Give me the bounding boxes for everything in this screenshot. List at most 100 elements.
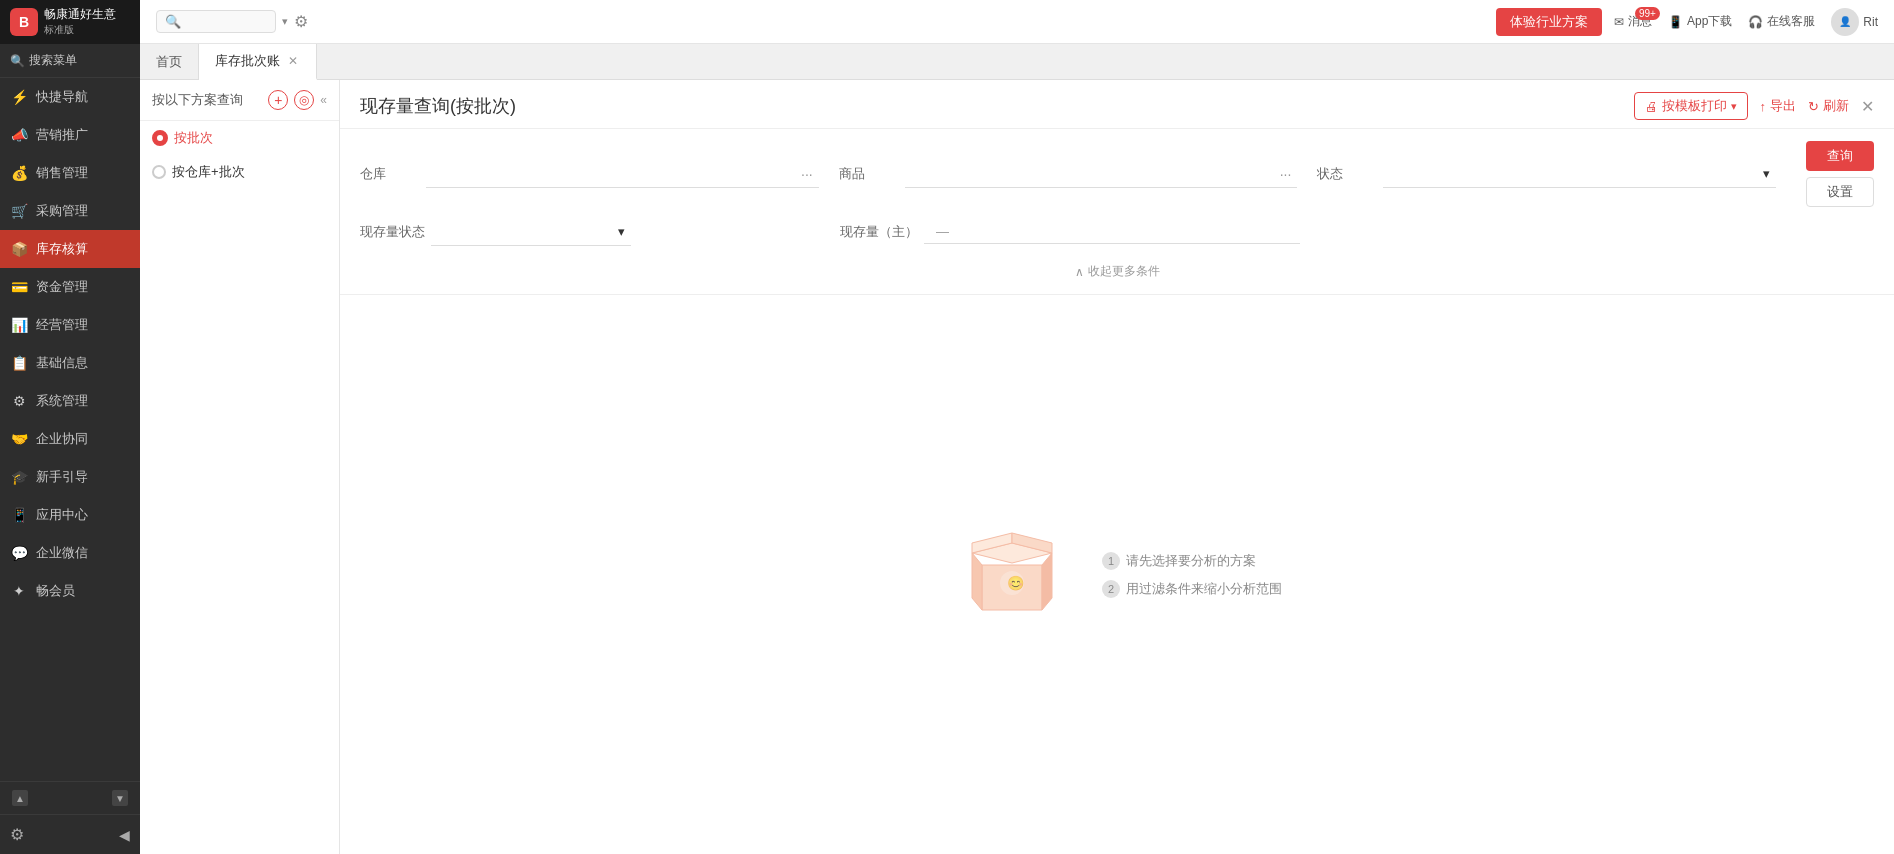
message-icon: ✉ bbox=[1614, 15, 1624, 29]
scroll-up-btn[interactable]: ▲ bbox=[12, 790, 28, 806]
sidebar-item-purchase[interactable]: 🛒 采购管理 bbox=[0, 192, 140, 230]
tab-inventory-batch[interactable]: 库存批次账 ✕ bbox=[199, 44, 317, 80]
search-icon: 🔍 bbox=[10, 54, 25, 68]
export-icon: ↑ bbox=[1760, 99, 1767, 114]
marketing-icon: 📣 bbox=[10, 126, 28, 144]
quick-nav-icon: ⚡ bbox=[10, 88, 28, 106]
sidebar-settings-icon[interactable]: ⚙ bbox=[10, 825, 24, 844]
left-panel-title: 按以下方案查询 bbox=[152, 91, 243, 109]
goods-input[interactable]: ··· bbox=[905, 160, 1298, 188]
sidebar-item-inventory[interactable]: 📦 库存核算 bbox=[0, 230, 140, 268]
search-dropdown-icon[interactable]: ▾ bbox=[282, 15, 288, 28]
guide-icon: 🎓 bbox=[10, 468, 28, 486]
collapse-conditions-button[interactable]: ∧ 收起更多条件 bbox=[360, 257, 1874, 282]
chevron-up-icon: ∧ bbox=[1075, 265, 1084, 279]
company-name: 畅康通好生意 bbox=[44, 7, 116, 23]
inv-status-chevron: ▾ bbox=[618, 224, 625, 239]
warehouse-filter: 仓库 ··· bbox=[360, 160, 819, 188]
sidebar-item-quick-nav[interactable]: ⚡ 快捷导航 bbox=[0, 78, 140, 116]
system-icon: ⚙ bbox=[10, 392, 28, 410]
sidebar-item-marketing[interactable]: 📣 营销推广 bbox=[0, 116, 140, 154]
status-label: 状态 bbox=[1317, 165, 1377, 183]
sidebar-search[interactable]: 🔍 搜索菜单 bbox=[0, 44, 140, 78]
print-dropdown-icon[interactable]: ▾ bbox=[1731, 100, 1737, 113]
topbar-right: ✉ 消息 99+ 📱 App下载 🎧 在线客服 👤 Rit bbox=[1614, 8, 1878, 36]
sidebar-item-guide[interactable]: 🎓 新手引导 bbox=[0, 458, 140, 496]
tabs-bar: 首页 库存批次账 ✕ bbox=[140, 44, 1894, 80]
inventory-status-filter: 现存量状态 ▾ bbox=[360, 218, 820, 246]
app-download-label: App下载 bbox=[1687, 13, 1732, 30]
sidebar-collapse-icon[interactable]: ◀ bbox=[119, 827, 130, 843]
goods-dots[interactable]: ··· bbox=[1280, 166, 1292, 182]
empty-hints: 1 请先选择要分析的方案 2 用过滤条件来缩小分析范围 bbox=[1102, 552, 1282, 598]
topbar-search-box[interactable]: 🔍 bbox=[156, 10, 276, 33]
avatar: 👤 bbox=[1831, 8, 1859, 36]
printer-icon: 🖨 bbox=[1645, 99, 1658, 114]
empty-state: 😊 1 请先选择要分析的方案 2 用过滤条件来缩小分析范围 bbox=[340, 295, 1894, 854]
page-header-actions: 🖨 按模板打印 ▾ ↑ 导出 ↻ 刷新 ✕ bbox=[1634, 92, 1875, 120]
left-panel: 按以下方案查询 + ◎ « 按批次 按仓库+批次 bbox=[140, 80, 340, 854]
sidebar-nav: ⚡ 快捷导航 📣 营销推广 💰 销售管理 🛒 采购管理 📦 库存核算 💳 资金管… bbox=[0, 78, 140, 781]
settings-button[interactable]: 设置 bbox=[1806, 177, 1874, 207]
svg-marker-3 bbox=[1042, 553, 1052, 610]
scheme-item-warehouse-batch[interactable]: 按仓库+批次 bbox=[140, 155, 339, 189]
sidebar-item-appstore[interactable]: 📱 应用中心 bbox=[0, 496, 140, 534]
goods-filter: 商品 ··· bbox=[839, 160, 1298, 188]
hint-num-2: 2 bbox=[1102, 580, 1120, 598]
scroll-down-btn[interactable]: ▼ bbox=[112, 790, 128, 806]
topbar-search-icon: 🔍 bbox=[165, 14, 181, 29]
status-select[interactable]: ▾ bbox=[1383, 160, 1776, 188]
warehouse-dots[interactable]: ··· bbox=[801, 166, 813, 182]
warehouse-input[interactable]: ··· bbox=[426, 160, 819, 188]
empty-hint-1: 1 请先选择要分析的方案 bbox=[1102, 552, 1282, 570]
inventory-qty-filter: 现存量（主） — bbox=[840, 220, 1300, 244]
sidebar-item-system[interactable]: ⚙ 系统管理 bbox=[0, 382, 140, 420]
print-button[interactable]: 🖨 按模板打印 ▾ bbox=[1634, 92, 1748, 120]
sidebar-item-label: 畅会员 bbox=[36, 582, 75, 600]
inventory-status-label: 现存量状态 bbox=[360, 223, 425, 241]
page-header: 现存量查询(按批次) 🖨 按模板打印 ▾ ↑ 导出 ↻ 刷新 bbox=[340, 80, 1894, 129]
scheme-settings-button[interactable]: ◎ bbox=[294, 90, 314, 110]
add-scheme-button[interactable]: + bbox=[268, 90, 288, 110]
collapse-panel-button[interactable]: « bbox=[320, 93, 327, 107]
trial-button[interactable]: 体验行业方案 bbox=[1496, 8, 1602, 36]
online-service-item[interactable]: 🎧 在线客服 bbox=[1748, 13, 1815, 30]
inventory-status-select[interactable]: ▾ bbox=[431, 218, 631, 246]
scheme-item-batch[interactable]: 按批次 bbox=[140, 121, 339, 155]
inventory-qty-label: 现存量（主） bbox=[840, 223, 918, 241]
content-area: 按以下方案查询 + ◎ « 按批次 按仓库+批次 bbox=[140, 80, 1894, 854]
close-panel-button[interactable]: ✕ bbox=[1861, 97, 1874, 116]
inventory-qty-range[interactable]: — bbox=[924, 220, 1300, 244]
sidebar-item-label: 系统管理 bbox=[36, 392, 88, 410]
hint-num-1: 1 bbox=[1102, 552, 1120, 570]
sidebar-item-finance[interactable]: 💳 资金管理 bbox=[0, 268, 140, 306]
message-item[interactable]: ✉ 消息 99+ bbox=[1614, 13, 1652, 30]
sidebar-item-label: 采购管理 bbox=[36, 202, 88, 220]
right-panel: 现存量查询(按批次) 🖨 按模板打印 ▾ ↑ 导出 ↻ 刷新 bbox=[340, 80, 1894, 854]
sidebar-item-enterprise[interactable]: 🤝 企业协同 bbox=[0, 420, 140, 458]
sidebar-item-weixin[interactable]: 💬 企业微信 bbox=[0, 534, 140, 572]
export-button[interactable]: ↑ 导出 bbox=[1760, 97, 1797, 115]
edition-label: 标准版 bbox=[44, 23, 116, 37]
filter-row-2: 现存量状态 ▾ 现存量（主） — bbox=[360, 217, 1874, 247]
tab-home[interactable]: 首页 bbox=[140, 44, 199, 80]
user-name: Rit bbox=[1863, 15, 1878, 29]
sidebar: B 畅康通好生意 标准版 🔍 搜索菜单 ⚡ 快捷导航 📣 营销推广 💰 销售管理… bbox=[0, 0, 140, 854]
sidebar-item-member[interactable]: ✦ 畅会员 bbox=[0, 572, 140, 610]
user-item[interactable]: 👤 Rit bbox=[1831, 8, 1878, 36]
tab-close-icon[interactable]: ✕ bbox=[286, 54, 300, 68]
goods-label: 商品 bbox=[839, 165, 899, 183]
sidebar-item-basic[interactable]: 📋 基础信息 bbox=[0, 344, 140, 382]
query-button[interactable]: 查询 bbox=[1806, 141, 1874, 171]
main-area: 🔍 ▾ ⚙ 体验行业方案 ✉ 消息 99+ 📱 App下载 🎧 在线客服 bbox=[140, 0, 1894, 854]
home-tab-label: 首页 bbox=[156, 53, 182, 71]
refresh-button[interactable]: ↻ 刷新 bbox=[1808, 97, 1849, 115]
topbar-gear-icon[interactable]: ⚙ bbox=[294, 12, 308, 31]
app-download-item[interactable]: 📱 App下载 bbox=[1668, 13, 1732, 30]
finance-icon: 💳 bbox=[10, 278, 28, 296]
sidebar-item-label: 库存核算 bbox=[36, 240, 88, 258]
sidebar-item-label: 应用中心 bbox=[36, 506, 88, 524]
sidebar-item-sales[interactable]: 💰 销售管理 bbox=[0, 154, 140, 192]
sidebar-item-operations[interactable]: 📊 经营管理 bbox=[0, 306, 140, 344]
filter-area: 仓库 ··· 商品 ··· 状态 bbox=[340, 129, 1894, 295]
